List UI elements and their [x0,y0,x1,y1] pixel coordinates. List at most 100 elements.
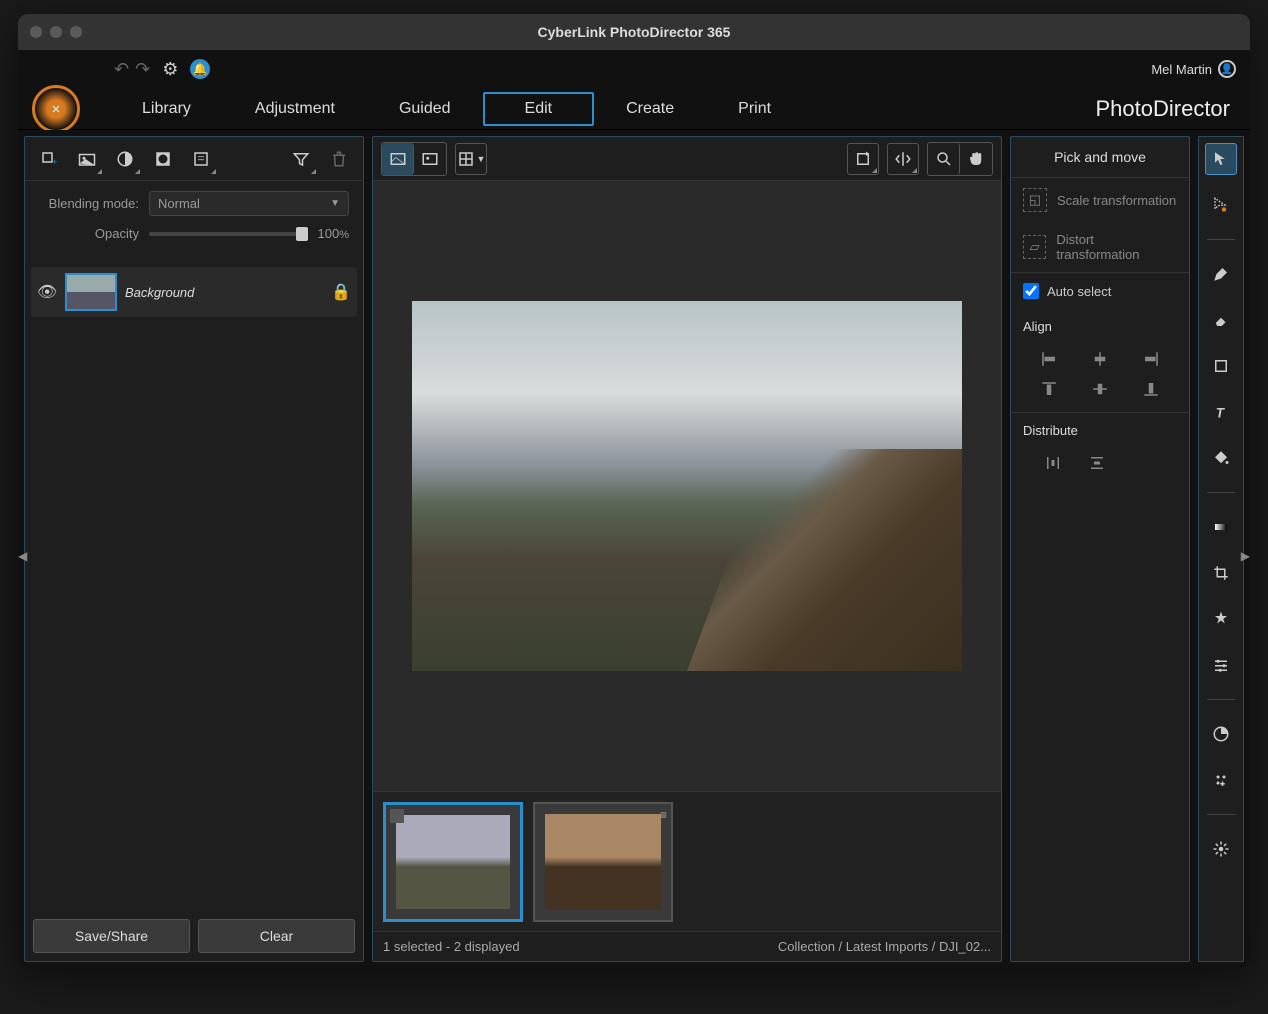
text-tool-button[interactable]: T [1205,396,1237,428]
filter-layers-button[interactable] [285,143,317,175]
gradient-tool-button[interactable] [1205,511,1237,543]
layer-thumbnail[interactable] [65,273,117,311]
thumbnail-2[interactable]: ≡ [533,802,673,922]
selection-status: 1 selected - 2 displayed [383,939,520,954]
separator [1207,699,1235,700]
tab-create[interactable]: Create [594,92,706,126]
brand-label: PhotoDirector [1095,96,1230,122]
properties-header: Pick and move [1011,137,1189,178]
svg-text:T: T [1216,405,1226,420]
canvas-viewport[interactable] [373,181,1001,791]
distort-transformation-button[interactable]: ▱ Distort transformation [1011,222,1189,272]
app-logo-icon[interactable] [32,85,80,133]
rotate-button[interactable] [847,143,879,175]
tab-library[interactable]: Library [110,92,223,126]
align-top-button[interactable] [1037,380,1061,398]
view-mode-compare-button[interactable] [414,143,446,175]
auto-select-checkbox[interactable]: Auto select [1011,272,1189,309]
main-area: ◀ ▶ + Blending mode: Normal▼ Opacity 100… [18,130,1250,968]
align-center-v-button[interactable] [1088,380,1112,398]
effects-tool-button[interactable] [1205,603,1237,635]
pen-tool-button[interactable] [1205,258,1237,290]
undo-button[interactable]: ↶ [114,59,129,80]
svg-text:+: + [52,157,57,167]
auto-select-input[interactable] [1023,283,1039,299]
move-tool-button[interactable] [1205,143,1237,175]
distort-icon: ▱ [1023,235,1046,259]
align-bottom-button[interactable] [1139,380,1163,398]
sliders-tool-button[interactable] [1205,649,1237,681]
align-center-h-button[interactable] [1088,350,1112,368]
preferences-button[interactable] [1205,833,1237,865]
save-share-button[interactable]: Save/Share [33,919,190,953]
clear-button[interactable]: Clear [198,919,355,953]
properties-panel: Pick and move ◱ Scale transformation ▱ D… [1010,136,1190,962]
layer-options-button[interactable] [185,143,217,175]
fill-tool-button[interactable] [1205,442,1237,474]
delete-layer-button[interactable] [323,143,355,175]
canvas-panel: ▼ ≡ 1 selected - 2 displayed Collection … [372,136,1002,962]
pan-tool-button[interactable] [960,143,992,175]
redo-button[interactable]: ↷ [135,59,150,80]
vertical-toolstrip: T [1198,136,1244,962]
separator [1207,239,1235,240]
settings-icon[interactable]: ⚙ [162,59,178,80]
blending-controls: Blending mode: Normal▼ Opacity 100% [25,181,363,261]
distribute-h-button[interactable] [1041,454,1065,472]
mask-button[interactable] [147,143,179,175]
window-title: CyberLink PhotoDirector 365 [538,24,731,40]
separator [1207,492,1235,493]
filmstrip: ≡ [373,791,1001,931]
align-left-button[interactable] [1037,350,1061,368]
titlebar: CyberLink PhotoDirector 365 [18,14,1250,50]
collapse-left-icon[interactable]: ◀ [18,549,27,563]
notification-icon[interactable]: 🔔 [190,59,210,79]
window-controls [30,26,82,38]
user-account[interactable]: Mel Martin 👤 [1151,60,1236,78]
add-layer-button[interactable]: + [33,143,65,175]
separator [1207,814,1235,815]
opacity-label: Opacity [39,226,139,241]
blending-mode-label: Blending mode: [39,196,139,211]
grid-toggle-button[interactable]: ▼ [455,143,487,175]
align-right-button[interactable] [1139,350,1163,368]
align-label: Align [1011,309,1189,344]
adjustment-layer-button[interactable] [109,143,141,175]
flip-button[interactable] [887,143,919,175]
main-nav: Library Adjustment Guided Edit Create Pr… [18,88,1250,130]
crop-tool-button[interactable] [1205,557,1237,589]
status-bar: 1 selected - 2 displayed Collection / La… [373,931,1001,961]
add-image-layer-button[interactable] [71,143,103,175]
tab-guided[interactable]: Guided [367,92,483,126]
layer-name: Background [125,285,323,300]
distribute-label: Distribute [1011,412,1189,448]
blending-mode-select[interactable]: Normal▼ [149,191,349,216]
blur-tool-button[interactable] [1205,718,1237,750]
opacity-slider[interactable] [149,232,308,236]
layer-row-background[interactable]: 👁 Background 🔒 [31,267,357,317]
tab-print[interactable]: Print [706,92,803,126]
maximize-window-button[interactable] [70,26,82,38]
shape-tool-button[interactable] [1205,350,1237,382]
selection-tool-button[interactable] [1205,189,1237,221]
heal-tool-button[interactable] [1205,764,1237,796]
top-toolbar: ↶ ↷ ⚙ 🔔 Mel Martin 👤 [18,50,1250,88]
tab-edit[interactable]: Edit [483,92,595,126]
distribute-v-button[interactable] [1085,454,1109,472]
view-mode-single-button[interactable] [382,143,414,175]
align-horizontal-row [1011,344,1189,374]
eraser-tool-button[interactable] [1205,304,1237,336]
user-name: Mel Martin [1151,62,1212,77]
edit-badge-icon [390,809,404,823]
zoom-tool-button[interactable] [928,143,960,175]
close-window-button[interactable] [30,26,42,38]
tab-adjustment[interactable]: Adjustment [223,92,367,126]
lock-icon[interactable]: 🔒 [331,282,351,302]
thumbnail-1[interactable] [383,802,523,922]
collapse-right-icon[interactable]: ▶ [1241,549,1250,563]
nav-tabs: Library Adjustment Guided Edit Create Pr… [110,92,803,126]
visibility-toggle-icon[interactable]: 👁 [37,282,57,302]
minimize-window-button[interactable] [50,26,62,38]
scale-transformation-button[interactable]: ◱ Scale transformation [1011,178,1189,222]
collection-path: Collection / Latest Imports / DJI_02... [778,939,991,954]
